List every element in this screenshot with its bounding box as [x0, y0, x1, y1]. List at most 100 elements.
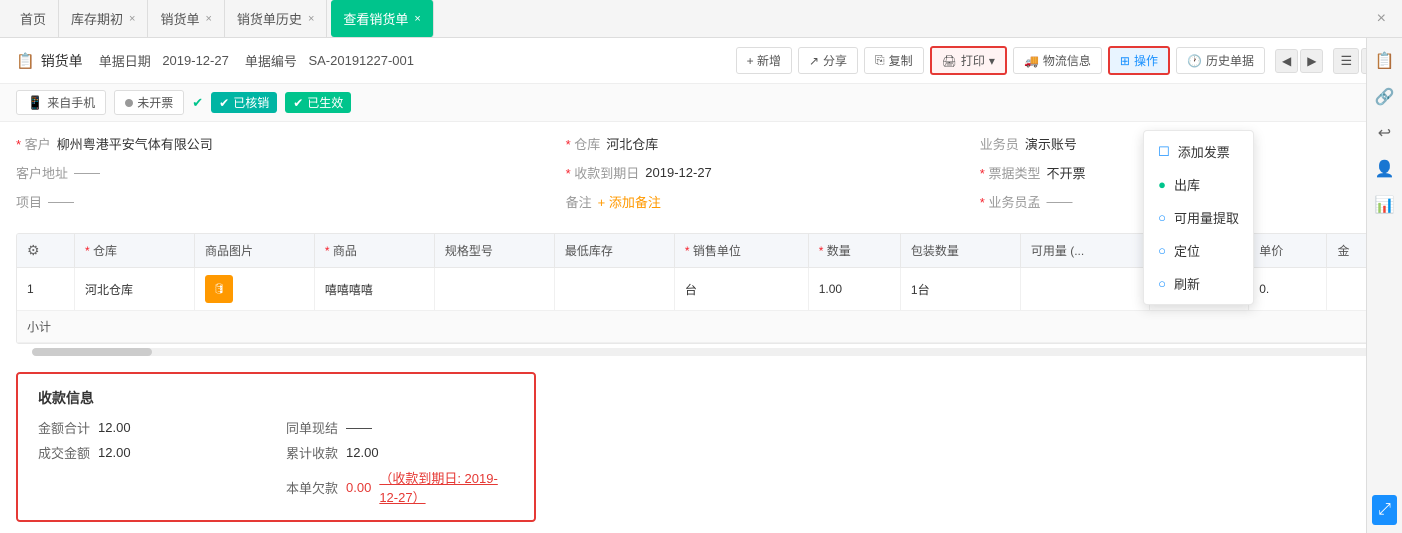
- next-button[interactable]: ▶: [1300, 49, 1323, 73]
- dropdown-locate[interactable]: ○ 定位: [1144, 234, 1253, 267]
- tab-view-sales-close[interactable]: ×: [414, 13, 420, 25]
- operations-button[interactable]: ⊞ 操作: [1108, 46, 1170, 75]
- row-available: [1020, 268, 1149, 311]
- doc-title-text: 销货单: [41, 51, 83, 71]
- note-group: 备注 + 添加备注: [566, 192, 972, 211]
- share-button[interactable]: ↗ 分享: [798, 47, 858, 74]
- secondary-toolbar: 📱 来自手机 未开票 ✔ ✔已核销 ✔已生效: [0, 84, 1402, 122]
- subtotal-label: 小计: [17, 311, 1385, 343]
- row-min-stock: [554, 268, 674, 311]
- effective-status-badge: ✔已生效: [285, 92, 351, 113]
- doc-number-value: SA-20191227-001: [308, 53, 414, 68]
- outbound-icon: ●: [1158, 177, 1166, 192]
- row-quantity: 1.00: [808, 268, 900, 311]
- project-value: ——: [48, 194, 74, 209]
- not-open-dot: [125, 99, 133, 107]
- staff-label: 业务员: [980, 134, 1019, 153]
- side-copy-btn[interactable]: 📋: [1370, 46, 1400, 76]
- address-value: ——: [74, 165, 100, 180]
- payment-cumulative-label: 累计收款: [286, 443, 338, 462]
- prev-button[interactable]: ◀: [1275, 49, 1298, 73]
- print-button[interactable]: 🖨 打印 ▾: [930, 46, 1007, 75]
- row-unit: 台: [674, 268, 808, 311]
- address-group: 客户地址 ——: [16, 163, 558, 182]
- payment-cumulative-row: 累计收款 12.00: [286, 443, 514, 462]
- payment-same-order-value: ——: [346, 420, 372, 435]
- row-model: [434, 268, 554, 311]
- tab-inventory-init-close[interactable]: ×: [129, 13, 135, 25]
- subtotal-row: 小计: [17, 311, 1385, 343]
- confirmed-check-icon: ✔: [192, 95, 203, 111]
- tab-view-sales[interactable]: 查看销货单 ×: [331, 0, 433, 37]
- doc-date-value: 2019-12-27: [162, 53, 229, 68]
- tab-bar: 首页 库存期初 × 销货单 × 销货单历史 × 查看销货单 × ×: [0, 0, 1402, 38]
- gear-icon[interactable]: ⚙: [27, 242, 40, 258]
- horizontal-scrollbar[interactable]: [32, 348, 1370, 356]
- right-panel: 📋 🔗 ↩ 👤 📊 ⤢: [1366, 38, 1402, 533]
- payment-transaction-value: 12.00: [98, 445, 131, 460]
- doc-date-label: 单据日期 2019-12-27: [99, 51, 229, 70]
- logistics-button[interactable]: 🚚 物流信息: [1013, 47, 1102, 74]
- payment-total-label: 金额合计: [38, 418, 90, 437]
- side-return-btn[interactable]: ↩: [1373, 118, 1396, 148]
- dropdown-outbound[interactable]: ● 出库: [1144, 168, 1253, 201]
- dropdown-refresh[interactable]: ○ 刷新: [1144, 267, 1253, 300]
- payment-same-order-row: 同单现结 ——: [286, 418, 514, 437]
- ticket-type-value: 不开票: [1046, 163, 1085, 182]
- payment-same-order-label: 同单现结: [286, 418, 338, 437]
- col-available: 可用量 (...: [1020, 234, 1149, 268]
- ticket-type-label: 票据类型: [980, 163, 1041, 182]
- add-invoice-icon: ☐: [1158, 144, 1170, 160]
- doc-meta: 单据日期 2019-12-27 单据编号 SA-20191227-001: [99, 51, 414, 70]
- copy-icon: ⎘: [875, 53, 885, 68]
- tab-sales-history[interactable]: 销货单历史 ×: [225, 0, 327, 37]
- tab-inventory-init[interactable]: 库存期初 ×: [59, 0, 148, 37]
- dropdown-available-qty[interactable]: ○ 可用量提取: [1144, 201, 1253, 234]
- warehouse-value: 河北仓库: [606, 134, 658, 153]
- tab-home[interactable]: 首页: [8, 0, 59, 37]
- row-product: 嘻嘻嘻嘻: [314, 268, 434, 311]
- customer-label: 客户: [16, 134, 51, 153]
- row-unit-price: 0.: [1249, 268, 1327, 311]
- staff2-value: ——: [1046, 194, 1072, 209]
- not-open-button[interactable]: 未开票: [114, 90, 184, 115]
- side-link-btn[interactable]: 🔗: [1370, 82, 1400, 112]
- operations-dropdown: ☐ 添加发票 ● 出库 ○ 可用量提取 ○ 定位 ○ 刷新: [1143, 130, 1254, 305]
- print-dropdown-arrow: ▾: [989, 54, 995, 68]
- payment-owed-value: 0.00: [346, 480, 371, 495]
- dropdown-add-invoice[interactable]: ☐ 添加发票: [1144, 135, 1253, 168]
- tab-bar-close[interactable]: ×: [1369, 10, 1394, 28]
- history-icon: 🕐: [1187, 54, 1202, 68]
- side-expand-btn[interactable]: ⤢: [1372, 495, 1397, 525]
- doc-header: 📋 销货单 单据日期 2019-12-27 单据编号 SA-20191227-0…: [0, 38, 1402, 84]
- from-phone-button[interactable]: 📱 来自手机: [16, 90, 106, 115]
- side-chart-btn[interactable]: 📊: [1370, 190, 1400, 220]
- payment-owed-row: 本单欠款 0.00 （收款到期日: 2019-12-27）: [286, 468, 514, 506]
- tab-sales-history-close[interactable]: ×: [308, 13, 314, 25]
- view-table-button[interactable]: ☰: [1333, 48, 1359, 74]
- new-button[interactable]: + 新增: [736, 47, 792, 74]
- payment-transaction-row: 成交金额 12.00: [38, 443, 266, 462]
- scrollbar-thumb[interactable]: [32, 348, 152, 356]
- payment-total-value: 12.00: [98, 420, 131, 435]
- add-note-button[interactable]: + 添加备注: [598, 192, 661, 211]
- payment-cumulative-value: 12.00: [346, 445, 379, 460]
- project-group: 项目 ——: [16, 192, 558, 211]
- tab-sales-order-close[interactable]: ×: [205, 13, 211, 25]
- copy-button[interactable]: ⎘ 复制: [864, 47, 924, 74]
- payment-owed-note: （收款到期日: 2019-12-27）: [379, 468, 514, 506]
- row-warehouse: 河北仓库: [74, 268, 194, 311]
- row-product-img: 🛢: [194, 268, 314, 311]
- phone-icon: 📱: [27, 95, 43, 111]
- payment-date-value: 2019-12-27: [645, 165, 712, 180]
- row-index: 1: [17, 268, 74, 311]
- staff2-label: 业务员孟: [980, 192, 1041, 211]
- tab-sales-order[interactable]: 销货单 ×: [148, 0, 224, 37]
- col-pack-qty: 包装数量: [900, 234, 1020, 268]
- col-product: 商品: [314, 234, 434, 268]
- side-user-btn[interactable]: 👤: [1370, 154, 1400, 184]
- customer-group: 客户 柳州粤港平安气体有限公司: [16, 134, 558, 153]
- sales-order-icon: 📋: [16, 52, 35, 70]
- available-qty-icon: ○: [1158, 210, 1166, 225]
- history-button[interactable]: 🕐 历史单据: [1176, 47, 1265, 74]
